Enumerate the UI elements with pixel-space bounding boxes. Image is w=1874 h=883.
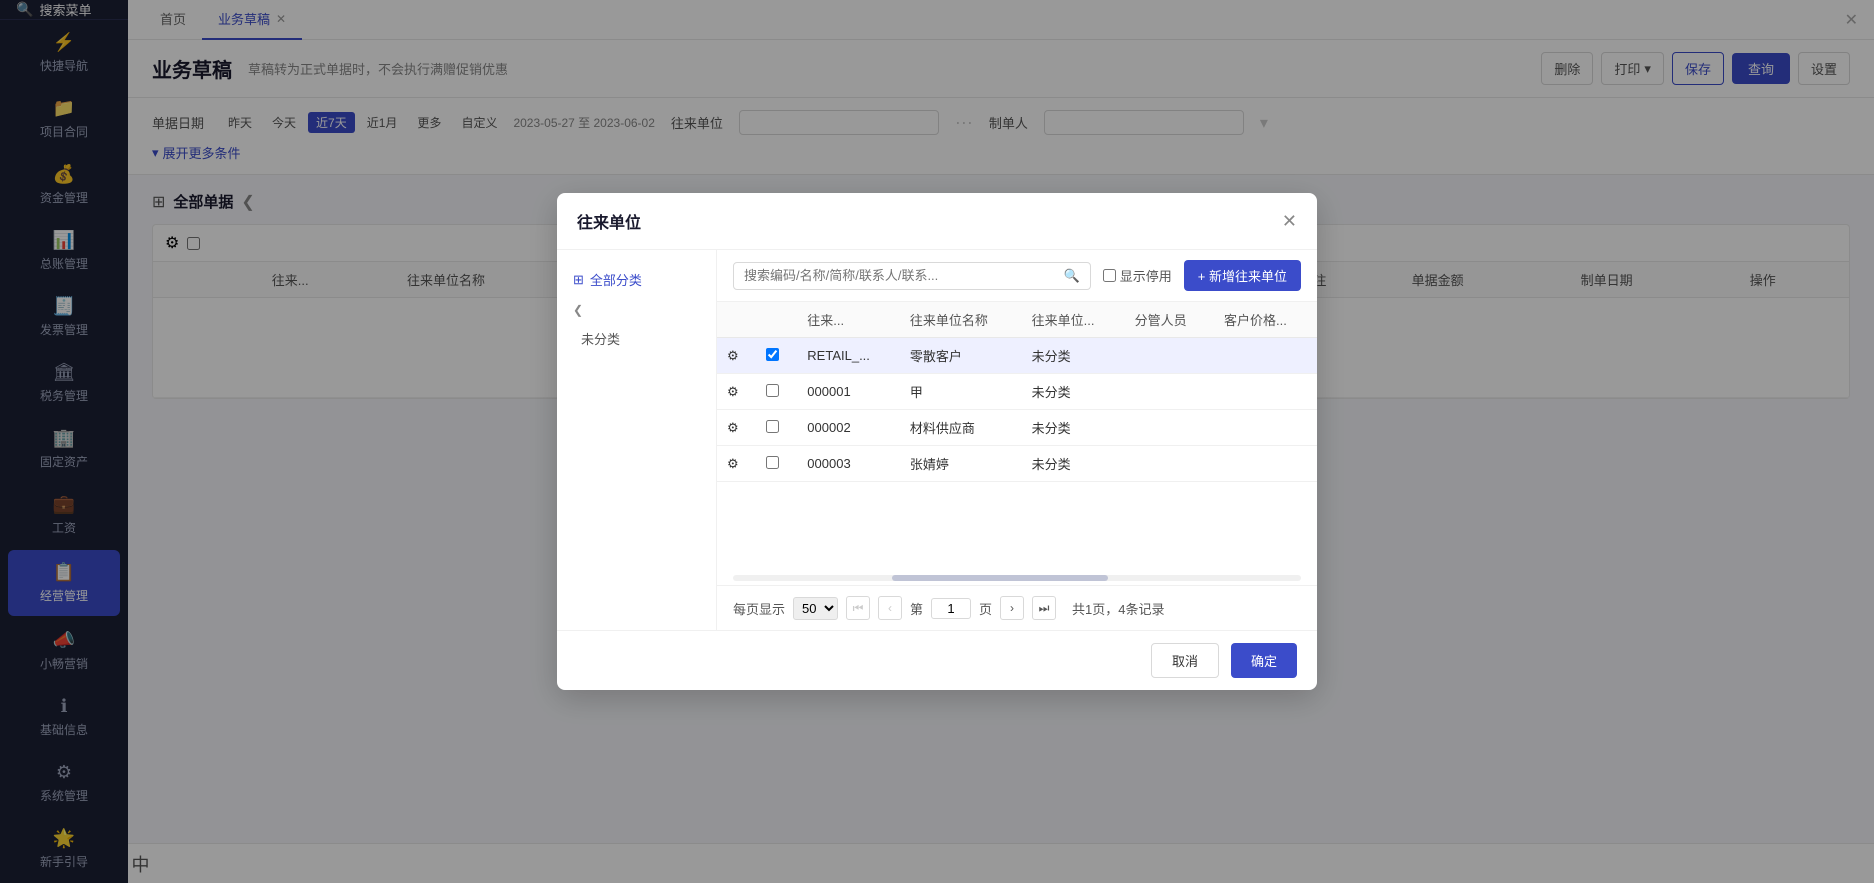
row-price-level bbox=[1214, 374, 1317, 410]
per-page-label: 每页显示 bbox=[733, 599, 785, 618]
next-page-button[interactable]: › bbox=[1000, 596, 1024, 620]
last-page-button[interactable]: ⏭ bbox=[1032, 596, 1056, 620]
row-select[interactable] bbox=[766, 384, 779, 397]
modal-sidebar-all[interactable]: ⊞ 全部分类 bbox=[557, 262, 716, 297]
row-category: 未分类 bbox=[1022, 446, 1125, 482]
modal-sidebar-uncategorized[interactable]: 未分类 bbox=[557, 323, 716, 354]
modal-col-header: 客户价格... bbox=[1214, 302, 1317, 338]
row-manager bbox=[1125, 446, 1214, 482]
row-name: 张婧婷 bbox=[900, 446, 1022, 482]
modal-col-header: 往来单位名称 bbox=[900, 302, 1022, 338]
table-row[interactable]: ⚙ RETAIL_...零散客户未分类 bbox=[717, 338, 1317, 374]
row-select[interactable] bbox=[766, 348, 779, 361]
modal-title: 往来单位 bbox=[577, 209, 641, 233]
row-name: 零散客户 bbox=[900, 338, 1022, 374]
page-suffix-label: 页 bbox=[979, 599, 992, 618]
row-select[interactable] bbox=[766, 420, 779, 433]
horizontal-scrollbar[interactable] bbox=[733, 575, 1301, 581]
add-counterpart-button[interactable]: + 新增往来单位 bbox=[1184, 260, 1301, 291]
confirm-button[interactable]: 确定 bbox=[1231, 643, 1297, 678]
per-page-select[interactable]: 50 bbox=[793, 597, 838, 620]
row-manager bbox=[1125, 338, 1214, 374]
modal-sidebar-all-label: 全部分类 bbox=[590, 270, 642, 289]
uncategorized-label: 未分类 bbox=[581, 332, 620, 347]
row-settings-icon[interactable]: ⚙ bbox=[717, 410, 756, 446]
modal-overlay: 往来单位 ✕ ⊞ 全部分类 ❮ 未分类 bbox=[0, 0, 1874, 883]
modal-close-button[interactable]: ✕ bbox=[1282, 211, 1297, 232]
row-settings-icon[interactable]: ⚙ bbox=[717, 374, 756, 410]
table-row[interactable]: ⚙ 000002材料供应商未分类 bbox=[717, 410, 1317, 446]
row-category: 未分类 bbox=[1022, 374, 1125, 410]
modal-col-header bbox=[717, 302, 756, 338]
modal-table-wrapper: 往来...往来单位名称往来单位...分管人员客户价格... ⚙ RETAIL_..… bbox=[717, 302, 1317, 571]
row-manager bbox=[1125, 374, 1214, 410]
row-name: 材料供应商 bbox=[900, 410, 1022, 446]
modal-header: 往来单位 ✕ bbox=[557, 193, 1317, 250]
row-checkbox[interactable] bbox=[756, 446, 797, 482]
prev-page-button[interactable]: ‹ bbox=[878, 596, 902, 620]
row-price-level bbox=[1214, 446, 1317, 482]
grid-icon: ⊞ bbox=[573, 272, 584, 288]
modal-body: ⊞ 全部分类 ❮ 未分类 🔍 bbox=[557, 250, 1317, 630]
row-category: 未分类 bbox=[1022, 410, 1125, 446]
scrollbar-thumb[interactable] bbox=[892, 575, 1108, 581]
table-row[interactable]: ⚙ 000001甲未分类 bbox=[717, 374, 1317, 410]
search-icon: 🔍 bbox=[1064, 268, 1080, 284]
row-checkbox[interactable] bbox=[756, 374, 797, 410]
modal-search-input[interactable] bbox=[744, 268, 1058, 283]
modal-search-wrapper: 🔍 bbox=[733, 262, 1091, 290]
modal-sidebar-collapse[interactable]: ❮ bbox=[557, 297, 716, 323]
row-manager bbox=[1125, 410, 1214, 446]
table-row[interactable]: ⚙ 000003张婧婷未分类 bbox=[717, 446, 1317, 482]
row-code: RETAIL_... bbox=[797, 338, 900, 374]
cancel-button[interactable]: 取消 bbox=[1151, 643, 1219, 678]
counterpart-modal: 往来单位 ✕ ⊞ 全部分类 ❮ 未分类 bbox=[557, 193, 1317, 690]
row-code: 000001 bbox=[797, 374, 900, 410]
modal-table: 往来...往来单位名称往来单位...分管人员客户价格... ⚙ RETAIL_..… bbox=[717, 302, 1317, 482]
first-page-button[interactable]: ⏮ bbox=[846, 596, 870, 620]
row-code: 000002 bbox=[797, 410, 900, 446]
row-category: 未分类 bbox=[1022, 338, 1125, 374]
row-settings-icon[interactable]: ⚙ bbox=[717, 338, 756, 374]
show-disabled-label[interactable]: 显示停用 bbox=[1103, 266, 1172, 285]
page-word-label: 第 bbox=[910, 599, 923, 618]
modal-footer: 取消 确定 bbox=[557, 630, 1317, 690]
row-name: 甲 bbox=[900, 374, 1022, 410]
row-code: 000003 bbox=[797, 446, 900, 482]
modal-sidebar: ⊞ 全部分类 ❮ 未分类 bbox=[557, 250, 717, 630]
modal-col-header: 往来... bbox=[797, 302, 900, 338]
modal-pagination: 每页显示 50 ⏮ ‹ 第 1 页 › ⏭ 共1页，4条记录 bbox=[717, 585, 1317, 630]
row-checkbox[interactable] bbox=[756, 338, 797, 374]
row-checkbox[interactable] bbox=[756, 410, 797, 446]
row-price-level bbox=[1214, 410, 1317, 446]
modal-col-header bbox=[756, 302, 797, 338]
modal-col-header: 往来单位... bbox=[1022, 302, 1125, 338]
modal-col-header: 分管人员 bbox=[1125, 302, 1214, 338]
current-page-input[interactable]: 1 bbox=[931, 598, 971, 619]
modal-main: 🔍 显示停用 + 新增往来单位 往来...往来单位名称往来单位...分管人员客户… bbox=[717, 250, 1317, 630]
show-disabled-text: 显示停用 bbox=[1120, 266, 1172, 285]
show-disabled-checkbox[interactable] bbox=[1103, 269, 1116, 282]
total-pages-label: 共1页，4条记录 bbox=[1072, 599, 1164, 618]
row-settings-icon[interactable]: ⚙ bbox=[717, 446, 756, 482]
chevron-left-icon: ❮ bbox=[573, 303, 583, 317]
row-price-level bbox=[1214, 338, 1317, 374]
row-select[interactable] bbox=[766, 456, 779, 469]
modal-toolbar: 🔍 显示停用 + 新增往来单位 bbox=[717, 250, 1317, 302]
